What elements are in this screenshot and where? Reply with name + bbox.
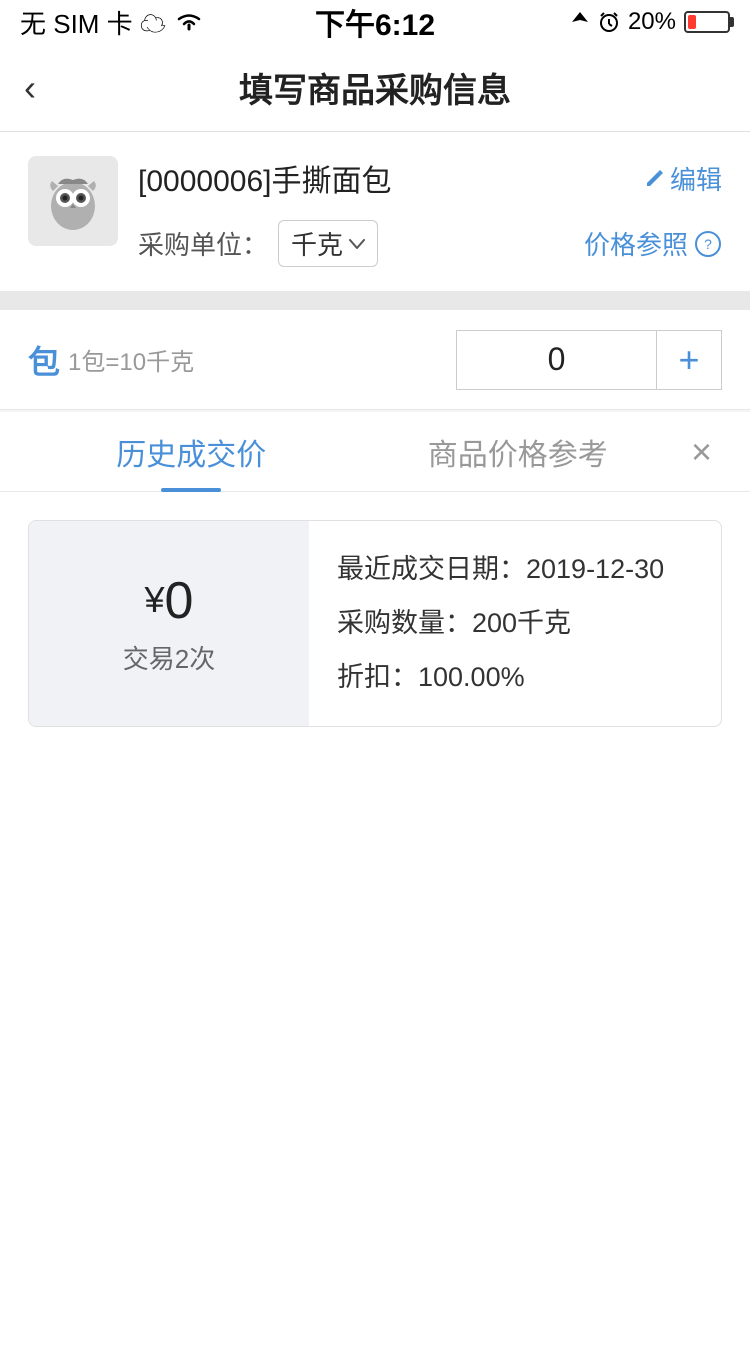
edit-button[interactable]: 编辑 <box>644 160 722 197</box>
price-ref-button[interactable]: 价格参照 ? <box>584 225 722 262</box>
sim-text: 无 SIM 卡 ☁ <box>20 4 166 41</box>
purchase-qty-row: 采购数量：200千克 <box>337 605 693 643</box>
product-name: [0000006]手撕面包 <box>138 156 391 200</box>
recent-date-row: 最近成交日期：2019-12-30 <box>337 551 693 589</box>
battery-icon <box>684 11 730 33</box>
quantity-label-text: 采购数量： <box>337 608 472 638</box>
tabs-close-button[interactable]: × <box>681 421 722 483</box>
edit-label: 编辑 <box>670 160 722 197</box>
recent-date-label: 最近成交日期： <box>337 554 526 584</box>
status-bar: 无 SIM 卡 ☁ 下午6:12 20% <box>0 0 750 44</box>
price-ref-label: 价格参照 <box>584 225 688 262</box>
discount-value: 100.00% <box>418 662 525 692</box>
unit-dropdown[interactable]: 千克 <box>278 220 378 267</box>
unit-label: 采购单位： <box>138 225 268 262</box>
tab1-label: 历史成交价 <box>116 430 266 474</box>
quantity-row: 包 1包=10千克 0 + <box>0 310 750 410</box>
quantity-label: 包 1包=10千克 <box>28 337 194 383</box>
tab2-label: 商品价格参考 <box>428 430 608 474</box>
alarm-icon <box>598 11 620 33</box>
quantity-control: 0 + <box>456 330 722 390</box>
history-card: ¥0 交易2次 最近成交日期：2019-12-30 采购数量：200千克 折扣：… <box>28 520 722 727</box>
status-time: 下午6:12 <box>315 0 435 44</box>
history-trades-count: 交易2次 <box>123 639 215 676</box>
tab-history-price[interactable]: 历史成交价 <box>28 412 354 492</box>
quantity-input[interactable]: 0 <box>456 330 656 390</box>
back-button[interactable]: ‹ <box>24 67 36 109</box>
history-detail-right: 最近成交日期：2019-12-30 采购数量：200千克 折扣：100.00% <box>309 521 721 726</box>
price-amount: 0 <box>165 572 194 630</box>
product-name-row: [0000006]手撕面包 编辑 <box>138 156 722 200</box>
product-card: [0000006]手撕面包 编辑 采购单位： 千克 <box>0 132 750 292</box>
svg-text:?: ? <box>704 236 712 252</box>
chevron-down-icon <box>349 239 365 249</box>
unit-value: 千克 <box>291 225 343 262</box>
info-icon: ? <box>694 230 722 258</box>
discount-row: 折扣：100.00% <box>337 659 693 697</box>
unit-convert: 1包=10千克 <box>68 342 194 377</box>
quantity-value-text: 200千克 <box>472 608 571 638</box>
page-rest <box>0 755 750 1355</box>
tabs-panel: 历史成交价 商品价格参考 × ¥0 交易2次 最近成交日期：2019-12-30… <box>0 412 750 755</box>
section-divider <box>0 292 750 310</box>
page-title: 填写商品采购信息 <box>239 63 511 112</box>
recent-date-value: 2019-12-30 <box>526 554 664 584</box>
wifi-icon <box>174 11 204 33</box>
tabs-header: 历史成交价 商品价格参考 × <box>0 412 750 492</box>
unit-icon: 包 <box>28 337 60 383</box>
discount-label: 折扣： <box>337 662 418 692</box>
status-left: 无 SIM 卡 ☁ <box>20 4 204 41</box>
product-info: [0000006]手撕面包 编辑 采购单位： 千克 <box>138 156 722 267</box>
unit-left: 采购单位： 千克 <box>138 220 378 267</box>
product-logo <box>28 156 118 246</box>
product-title: 手撕面包 <box>271 165 391 198</box>
tab-content-history: ¥0 交易2次 最近成交日期：2019-12-30 采购数量：200千克 折扣：… <box>0 492 750 755</box>
history-price-value: ¥0 <box>145 571 194 631</box>
battery-percent: 20% <box>628 8 676 36</box>
edit-icon <box>644 167 666 189</box>
product-id: [0000006] <box>138 165 271 198</box>
product-unit-row: 采购单位： 千克 价格参照 ? <box>138 220 722 267</box>
location-icon <box>570 10 590 34</box>
status-right: 20% <box>570 8 730 36</box>
quantity-plus-button[interactable]: + <box>656 330 722 390</box>
history-price-left: ¥0 交易2次 <box>29 521 309 726</box>
owl-icon <box>38 166 108 236</box>
tab-price-reference[interactable]: 商品价格参考 <box>354 412 680 492</box>
nav-bar: ‹ 填写商品采购信息 <box>0 44 750 132</box>
currency-symbol: ¥ <box>145 579 165 621</box>
